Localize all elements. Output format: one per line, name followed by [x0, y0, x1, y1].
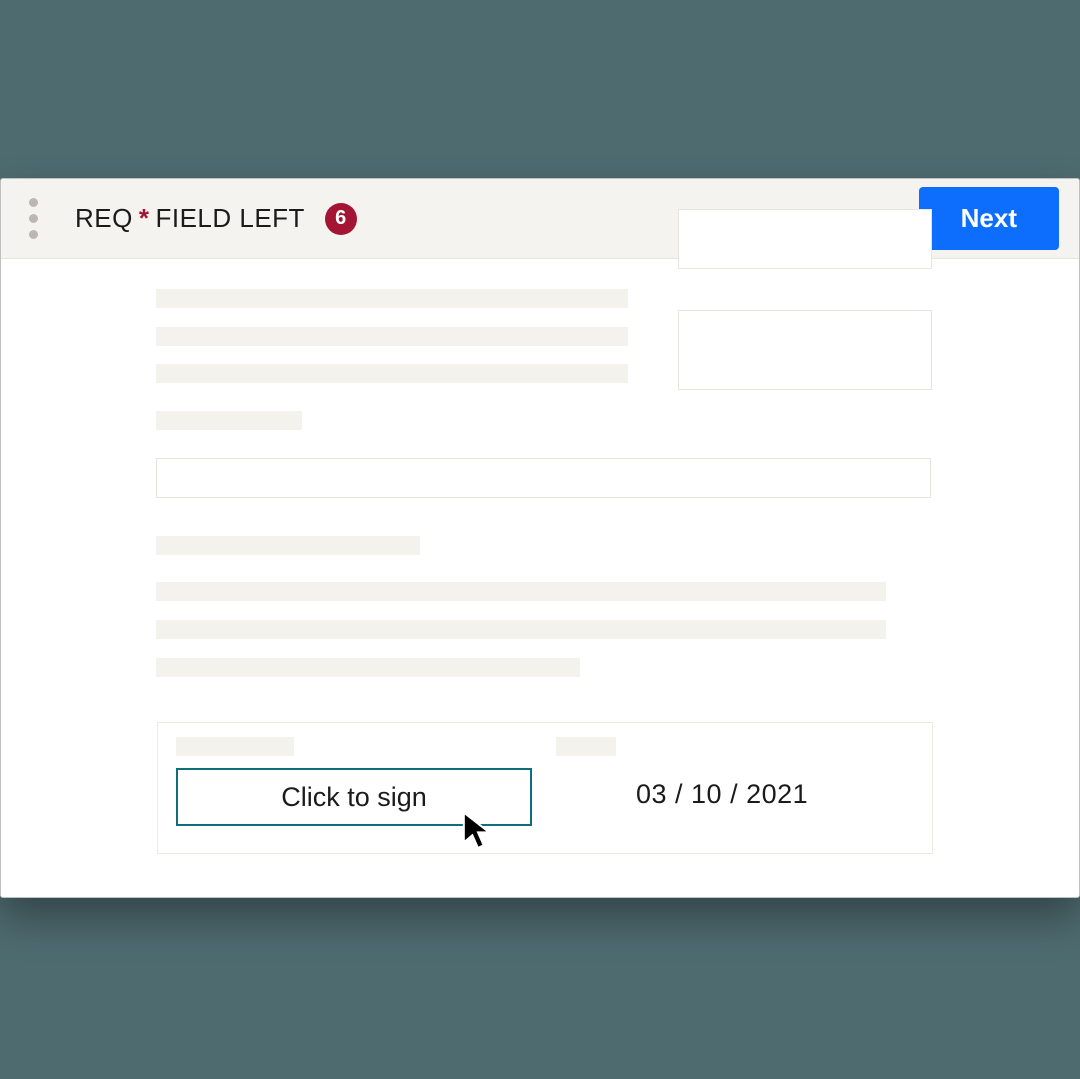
signing-window: REQ* FIELD LEFT 6 Next Click to sign 03 … [0, 178, 1080, 898]
input-field[interactable] [156, 458, 931, 498]
req-suffix: FIELD LEFT [155, 203, 304, 234]
required-count-badge: 6 [325, 203, 357, 235]
text-placeholder [156, 536, 420, 555]
text-placeholder [156, 411, 302, 430]
document-area: Click to sign 03 / 10 / 2021 [1, 259, 1079, 897]
text-placeholder [156, 327, 628, 346]
text-placeholder [156, 582, 886, 601]
click-to-sign-button[interactable]: Click to sign [176, 768, 532, 826]
next-button[interactable]: Next [919, 187, 1059, 250]
text-placeholder [156, 364, 628, 383]
signature-date: 03 / 10 / 2021 [636, 779, 808, 810]
req-prefix: REQ [75, 203, 133, 234]
input-field[interactable] [678, 209, 932, 269]
label-placeholder [176, 737, 294, 756]
text-placeholder [156, 289, 628, 308]
required-fields-label: REQ* FIELD LEFT 6 [75, 203, 357, 235]
input-field[interactable] [678, 310, 932, 390]
more-menu-icon[interactable] [19, 193, 47, 245]
req-asterisk: * [139, 203, 150, 234]
label-placeholder [556, 737, 616, 756]
signature-panel: Click to sign 03 / 10 / 2021 [157, 722, 933, 854]
text-placeholder [156, 658, 580, 677]
text-placeholder [156, 620, 886, 639]
